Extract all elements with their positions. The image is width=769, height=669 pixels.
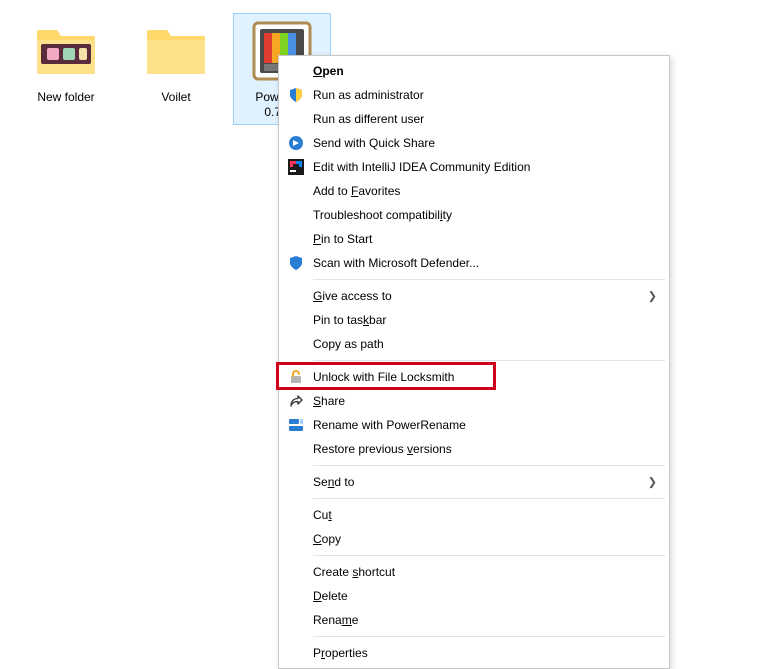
folder-icon xyxy=(138,16,214,86)
menu-item-copy[interactable]: Copy xyxy=(281,527,667,551)
menu-item-label: Run as administrator xyxy=(313,88,643,102)
menu-item-copy-as-path[interactable]: Copy as path xyxy=(281,332,667,356)
menu-item-label: Copy as path xyxy=(313,337,643,351)
lock-icon xyxy=(287,368,305,386)
menu-item-troubleshoot-compatibility[interactable]: Troubleshoot compatibility xyxy=(281,203,667,227)
quickshare-icon xyxy=(287,134,305,152)
menu-item-label: Add to Favorites xyxy=(313,184,643,198)
shield-icon xyxy=(287,86,305,104)
menu-separator xyxy=(313,498,665,499)
defender-icon xyxy=(287,254,305,272)
menu-item-label: Cut xyxy=(313,508,643,522)
menu-item-scan-with-microsoft-defender[interactable]: Scan with Microsoft Defender... xyxy=(281,251,667,275)
menu-item-add-to-favorites[interactable]: Add to Favorites xyxy=(281,179,667,203)
menu-item-label: Send to xyxy=(313,475,643,489)
menu-item-send-with-quick-share[interactable]: Send with Quick Share xyxy=(281,131,667,155)
menu-item-label: Delete xyxy=(313,589,643,603)
desktop-item-label: New folder xyxy=(18,90,114,105)
menu-item-run-as-different-user[interactable]: Run as different user xyxy=(281,107,667,131)
menu-item-unlock-with-file-locksmith[interactable]: Unlock with File Locksmith xyxy=(281,365,667,389)
menu-separator xyxy=(313,360,665,361)
menu-item-label: Restore previous versions xyxy=(313,442,643,456)
menu-item-label: Rename xyxy=(313,613,643,627)
menu-item-label: Pin to Start xyxy=(313,232,643,246)
menu-item-delete[interactable]: Delete xyxy=(281,584,667,608)
powerrename-icon xyxy=(287,416,305,434)
menu-item-rename[interactable]: Rename xyxy=(281,608,667,632)
menu-separator xyxy=(313,636,665,637)
desktop-item-new-folder[interactable]: New folder xyxy=(18,16,114,105)
menu-item-pin-to-taskbar[interactable]: Pin to taskbar xyxy=(281,308,667,332)
menu-item-label: Edit with IntelliJ IDEA Community Editio… xyxy=(313,160,643,174)
menu-item-properties[interactable]: Properties xyxy=(281,641,667,665)
menu-item-label: Unlock with File Locksmith xyxy=(313,370,643,384)
menu-item-label: Open xyxy=(313,64,643,78)
menu-item-label: Create shortcut xyxy=(313,565,643,579)
menu-item-label: Send with Quick Share xyxy=(313,136,643,150)
menu-item-rename-with-powerrename[interactable]: Rename with PowerRename xyxy=(281,413,667,437)
menu-item-edit-with-intellij-idea-community-edition[interactable]: Edit with IntelliJ IDEA Community Editio… xyxy=(281,155,667,179)
menu-separator xyxy=(313,555,665,556)
menu-item-share[interactable]: Share xyxy=(281,389,667,413)
menu-item-label: Scan with Microsoft Defender... xyxy=(313,256,643,270)
menu-separator xyxy=(313,465,665,466)
menu-item-label: Give access to xyxy=(313,289,643,303)
menu-item-send-to[interactable]: Send to ❯ xyxy=(281,470,667,494)
desktop-item-voilet[interactable]: Voilet xyxy=(128,16,224,105)
context-menu: Open Run as administrator Run as different… xyxy=(278,55,670,669)
menu-item-label: Troubleshoot compatibility xyxy=(313,208,643,222)
menu-item-restore-previous-versions[interactable]: Restore previous versions xyxy=(281,437,667,461)
menu-item-open[interactable]: Open xyxy=(281,59,667,83)
menu-item-label: Rename with PowerRename xyxy=(313,418,643,432)
menu-item-label: Copy xyxy=(313,532,643,546)
menu-item-label: Run as different user xyxy=(313,112,643,126)
chevron-right-icon: ❯ xyxy=(648,290,657,303)
menu-item-label: Pin to taskbar xyxy=(313,313,643,327)
menu-item-label: Properties xyxy=(313,646,643,660)
menu-item-create-shortcut[interactable]: Create shortcut xyxy=(281,560,667,584)
menu-item-run-as-administrator[interactable]: Run as administrator xyxy=(281,83,667,107)
folder-icon xyxy=(28,16,104,86)
chevron-right-icon: ❯ xyxy=(648,476,657,489)
menu-item-cut[interactable]: Cut xyxy=(281,503,667,527)
menu-separator xyxy=(313,279,665,280)
intellij-icon xyxy=(287,158,305,176)
menu-item-label: Share xyxy=(313,394,643,408)
share-icon xyxy=(287,392,305,410)
menu-item-pin-to-start[interactable]: Pin to Start xyxy=(281,227,667,251)
menu-item-give-access-to[interactable]: Give access to ❯ xyxy=(281,284,667,308)
desktop-item-label: Voilet xyxy=(128,90,224,105)
